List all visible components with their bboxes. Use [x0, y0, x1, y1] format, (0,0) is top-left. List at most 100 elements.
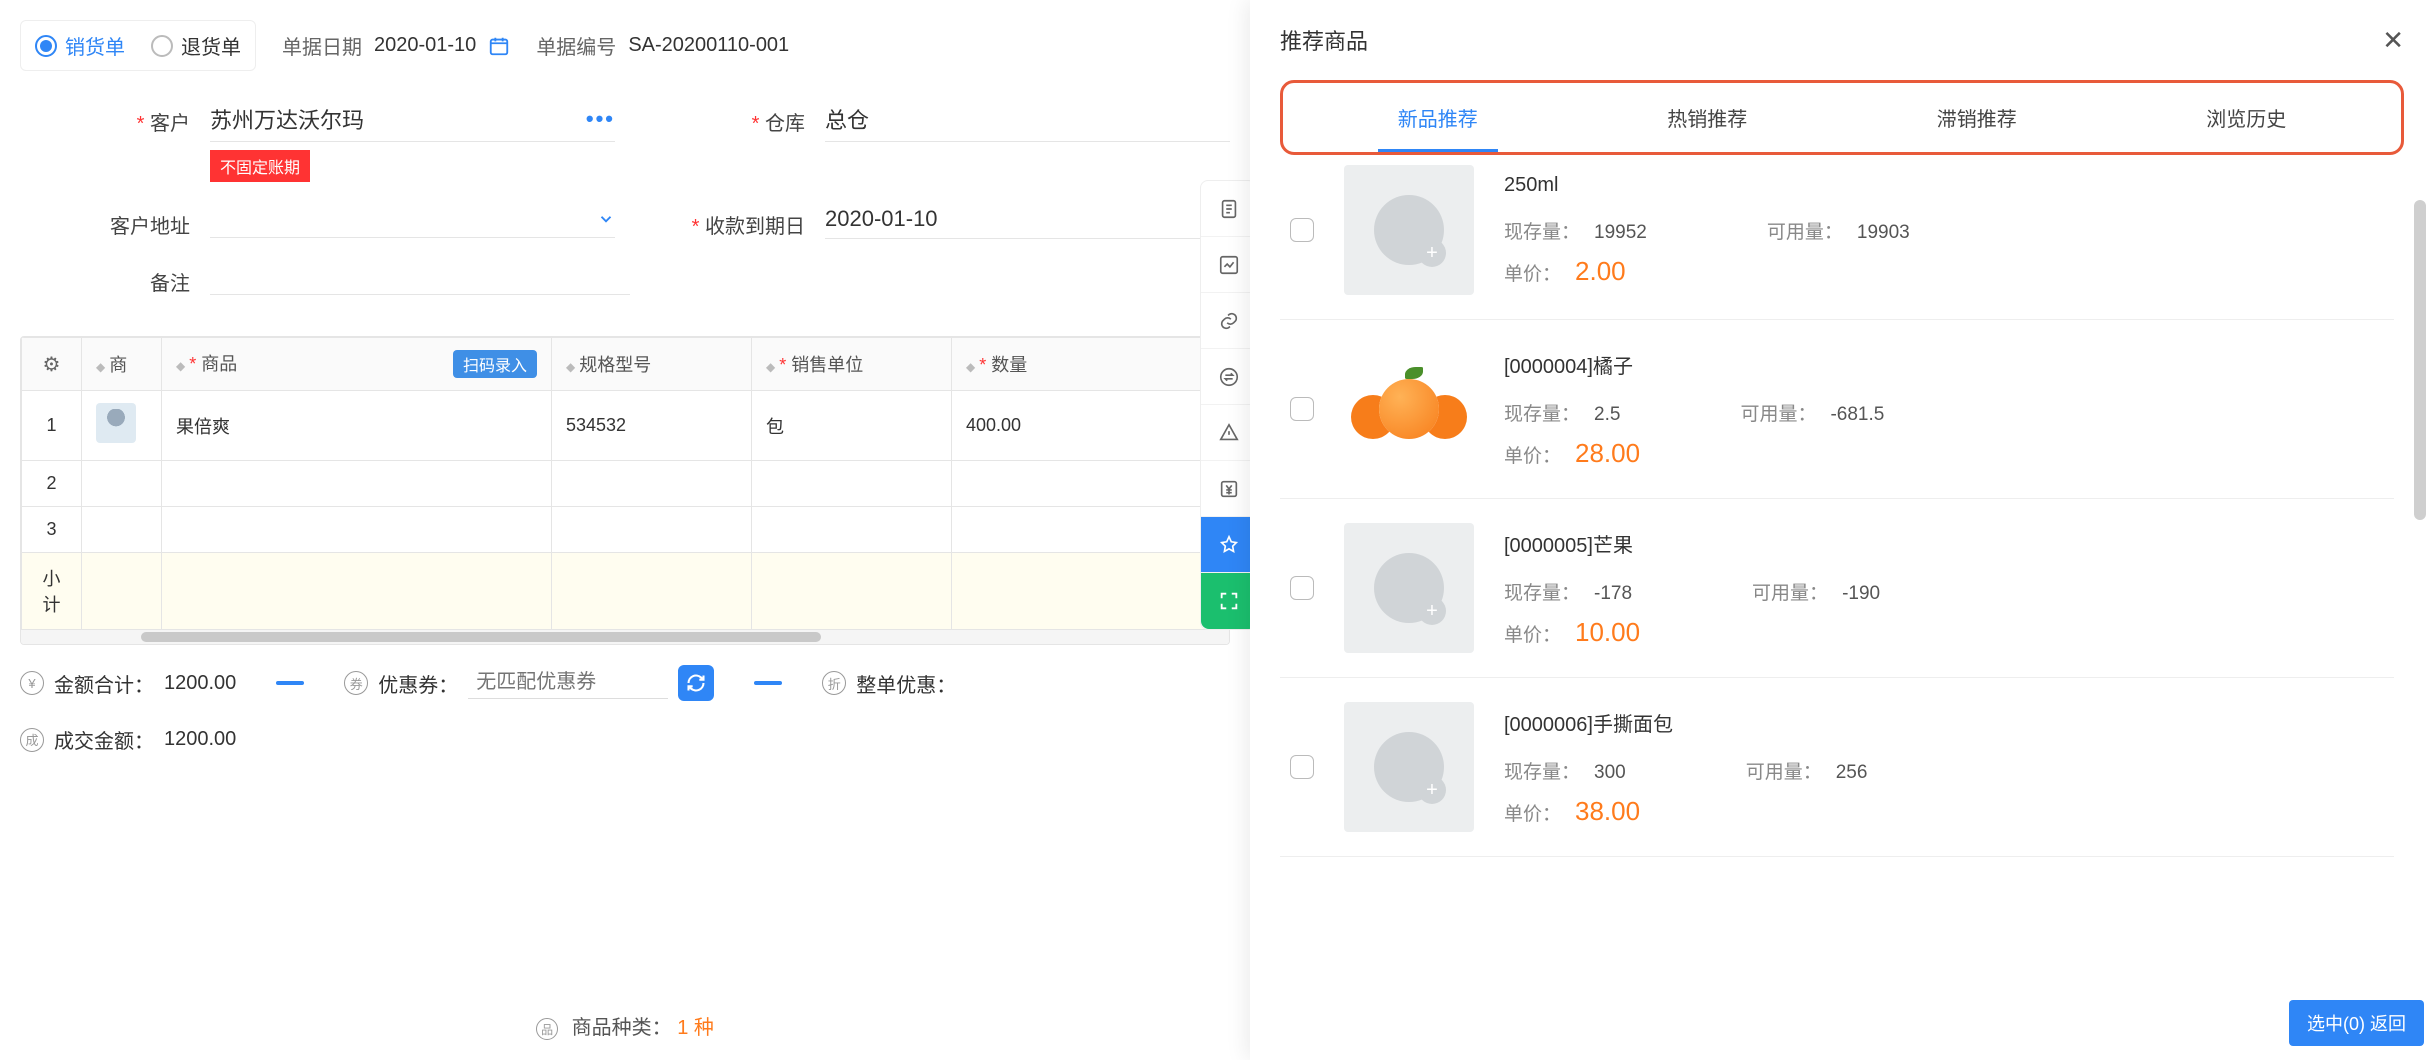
table-row[interactable]: 1 果倍爽534532包400.00: [22, 391, 1229, 461]
item-name: 250ml: [1504, 174, 2384, 197]
radio-icon: [151, 35, 173, 57]
row-index: 1: [22, 391, 82, 461]
customer-label: 客户: [60, 103, 190, 136]
totals-row: ¥ 金额合计： 1200.00 券 优惠券： 折 整单优惠：: [20, 665, 1230, 701]
recommend-item[interactable]: [0000005]芒果现存量：-178可用量：-190单价：10.00: [1280, 499, 2394, 678]
stock-label: 现存量：: [1504, 583, 1580, 604]
account-period-badge: 不固定账期: [210, 150, 310, 182]
col-spec[interactable]: ◆规格型号: [552, 338, 752, 391]
avail-label: 可用量：: [1740, 404, 1816, 425]
row-unit[interactable]: [752, 507, 952, 553]
recommend-item[interactable]: [0000006]手撕面包现存量：300可用量：256单价：38.00: [1280, 678, 2394, 857]
kinds-icon: 品: [536, 1018, 558, 1040]
stock-label: 现存量：: [1504, 762, 1580, 783]
gear-icon: ⚙: [43, 352, 61, 377]
row-spec[interactable]: 534532: [552, 391, 752, 461]
recommend-list[interactable]: 250ml现存量：19952可用量：19903单价：2.00[0000004]橘…: [1250, 165, 2434, 1060]
amount-label: 金额合计：: [54, 669, 154, 698]
row-spec[interactable]: [552, 461, 752, 507]
avail-value: -190: [1842, 583, 1880, 604]
row-unit[interactable]: [752, 461, 952, 507]
recommend-tab[interactable]: 滞销推荐: [1907, 89, 2047, 146]
col-qty[interactable]: ◆* 数量: [952, 338, 1229, 391]
row-product[interactable]: 果倍爽: [162, 391, 552, 461]
row-product[interactable]: [162, 507, 552, 553]
recommend-header: 推荐商品 ✕: [1250, 0, 2434, 80]
recommend-tabs: 新品推荐 热销推荐 滞销推荐 浏览历史: [1280, 80, 2404, 155]
rail-expand-icon[interactable]: [1201, 573, 1257, 629]
warehouse-input[interactable]: 总仓: [825, 103, 1230, 142]
avail-value: -681.5: [1830, 404, 1884, 425]
amount-value: 1200.00: [164, 672, 236, 695]
customer-input[interactable]: 苏州万达沃尔玛 •••: [210, 103, 615, 142]
item-checkbox[interactable]: [1290, 397, 1314, 421]
col-product[interactable]: ◆* 商品扫码录入: [162, 338, 552, 391]
row-qty[interactable]: [952, 507, 1229, 553]
warehouse-label: 仓库: [675, 103, 805, 136]
tab-sales-order[interactable]: 销货单: [35, 31, 125, 60]
tab-return-order[interactable]: 退货单: [151, 31, 241, 60]
item-checkbox[interactable]: [1290, 576, 1314, 600]
col-thumb[interactable]: ◆商: [82, 338, 162, 391]
col-settings[interactable]: ⚙: [22, 338, 82, 391]
horizontal-scrollbar[interactable]: [21, 630, 1229, 644]
coupon-input[interactable]: [468, 667, 668, 699]
tab-label: 销货单: [65, 31, 125, 60]
ellipsis-icon[interactable]: •••: [586, 106, 615, 132]
doc-number: 单据编号 SA-20200110-001: [536, 31, 789, 60]
item-name: [0000006]手撕面包: [1504, 708, 2384, 737]
table-row[interactable]: 3: [22, 507, 1229, 553]
vertical-scrollbar[interactable]: [2414, 200, 2426, 520]
deal-amount: 成 成交金额： 1200.00: [20, 725, 236, 754]
footer-summary: 品 商品种类： 1 种: [0, 1011, 1250, 1041]
row-index: 2: [22, 461, 82, 507]
line-items-table: ⚙ ◆商 ◆* 商品扫码录入 ◆规格型号 ◆* 销售单位 ◆* 数量 1 果倍爽5…: [21, 337, 1229, 630]
recommend-tab[interactable]: 浏览历史: [2176, 89, 2316, 146]
col-unit[interactable]: ◆* 销售单位: [752, 338, 952, 391]
product-image: [1344, 523, 1474, 653]
rail-swap-icon[interactable]: [1201, 349, 1257, 405]
rail-chart-icon[interactable]: [1201, 237, 1257, 293]
remark-input[interactable]: [210, 263, 630, 295]
doc-date[interactable]: 单据日期 2020-01-10: [282, 31, 510, 60]
recommend-tab[interactable]: 新品推荐: [1368, 89, 1508, 146]
row-product[interactable]: [162, 461, 552, 507]
rail-currency-icon[interactable]: [1201, 461, 1257, 517]
recommend-item[interactable]: [0000004]橘子现存量：2.5可用量：-681.5单价：28.00: [1280, 320, 2394, 499]
address-label: 客户地址: [60, 206, 190, 239]
row-qty[interactable]: 400.00: [952, 391, 1229, 461]
row-unit[interactable]: 包: [752, 391, 952, 461]
calendar-icon[interactable]: [488, 35, 510, 57]
scan-input-button[interactable]: 扫码录入: [453, 350, 537, 378]
item-checkbox[interactable]: [1290, 218, 1314, 242]
refresh-button[interactable]: [678, 665, 714, 701]
close-icon[interactable]: ✕: [2382, 25, 2404, 56]
item-name: [0000005]芒果: [1504, 529, 2384, 558]
coupon-icon: 券: [344, 671, 368, 695]
address-select[interactable]: [210, 206, 615, 238]
row-thumb: [82, 507, 162, 553]
stock-label: 现存量：: [1504, 404, 1580, 425]
table-row[interactable]: 2: [22, 461, 1229, 507]
row-qty[interactable]: [952, 461, 1229, 507]
field-customer: 客户 苏州万达沃尔玛 ••• 不固定账期: [60, 103, 615, 182]
radio-icon: [35, 35, 57, 57]
kinds-suffix: 种: [694, 1017, 714, 1039]
header-row: 销货单 退货单 单据日期 2020-01-10 单据编号 SA-20200110…: [20, 20, 1230, 71]
item-checkbox[interactable]: [1290, 755, 1314, 779]
due-date-input[interactable]: 2020-01-10: [825, 206, 1230, 239]
doc-date-value: 2020-01-10: [374, 34, 476, 57]
recommend-tab[interactable]: 热销推荐: [1637, 89, 1777, 146]
recommend-item[interactable]: 250ml现存量：19952可用量：19903单价：2.00: [1280, 165, 2394, 320]
row-spec[interactable]: [552, 507, 752, 553]
item-info: [0000004]橘子现存量：2.5可用量：-681.5单价：28.00: [1504, 350, 2384, 469]
rail-link-icon[interactable]: [1201, 293, 1257, 349]
rail-warn-icon[interactable]: [1201, 405, 1257, 461]
selected-return-button[interactable]: 选中(0) 返回: [2289, 1000, 2424, 1046]
rail-note-icon[interactable]: [1201, 181, 1257, 237]
rail-star-icon[interactable]: [1201, 517, 1257, 573]
stock-label: 现存量：: [1504, 222, 1580, 243]
whole-discount: 折 整单优惠：: [822, 669, 956, 698]
row-thumb: [82, 391, 162, 461]
price-value: 28.00: [1575, 438, 1640, 468]
